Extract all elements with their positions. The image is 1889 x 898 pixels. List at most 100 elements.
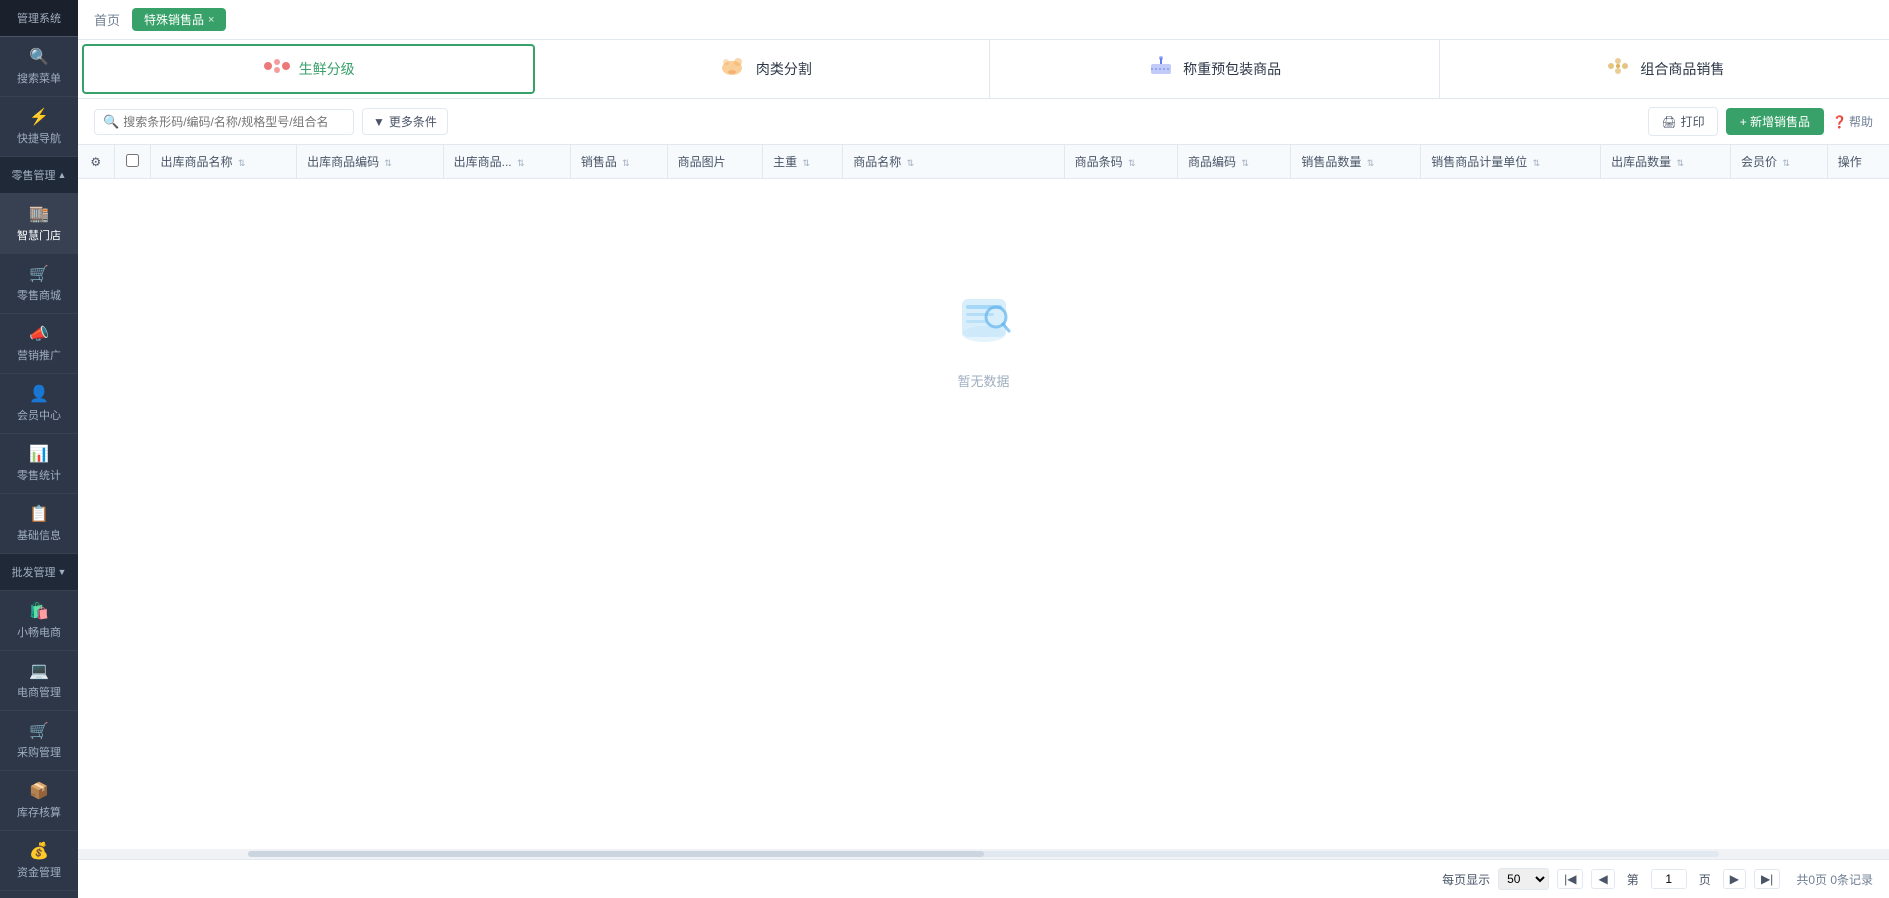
sidebar-item-label: 资金管理 xyxy=(17,864,61,880)
sidebar-item-inventory-check[interactable]: 📦 库存核算 xyxy=(0,771,78,831)
sort-icon: ⇅ xyxy=(1676,158,1684,168)
sidebar-item-basic-info[interactable]: 📋 基础信息 xyxy=(0,494,78,554)
prev-page-button[interactable]: ◀ xyxy=(1591,869,1614,889)
combo-sales-icon xyxy=(1604,54,1632,84)
inventory-check-icon: 📦 xyxy=(29,781,49,801)
sidebar-item-label: 快捷导航 xyxy=(17,130,61,146)
ecom-mgmt-icon: 💻 xyxy=(29,661,49,681)
col-out-goods-name-label: 出库商品名称 xyxy=(161,155,233,169)
sort-icon: ⇅ xyxy=(622,158,630,168)
sidebar-item-ledger-mgmt[interactable]: 📒 总账管理 xyxy=(0,891,78,898)
col-out-goods-spec[interactable]: 出库商品... ⇅ xyxy=(443,145,570,179)
page-input[interactable] xyxy=(1651,869,1687,889)
weight-prepack-label: 称重预包装商品 xyxy=(1183,59,1281,79)
col-goods-image: 商品图片 xyxy=(667,145,763,179)
sidebar-item-purchase-mgmt[interactable]: 🛒 采购管理 xyxy=(0,711,78,771)
col-goods-name[interactable]: 商品名称 ⇅ xyxy=(843,145,1064,179)
col-goods-code[interactable]: 商品编码 ⇅ xyxy=(1178,145,1291,179)
pagination-bar: 每页显示 50 10 20 100 |◀ ◀ 第 页 ▶ ▶| 共0页 0条记录 xyxy=(78,859,1889,898)
sidebar-item-ecom-mgmt[interactable]: 💻 电商管理 xyxy=(0,651,78,711)
filter-button[interactable]: ▼ 更多条件 xyxy=(362,108,448,135)
add-sales-button[interactable]: + 新增销售品 xyxy=(1726,108,1824,135)
tab-weight-prepack[interactable]: 称重预包装商品 xyxy=(990,40,1440,98)
col-out-goods-code[interactable]: 出库商品编码 ⇅ xyxy=(297,145,444,179)
col-member-price-label: 会员价 xyxy=(1741,155,1777,169)
sidebar-item-label: 智慧门店 xyxy=(17,227,61,243)
member-center-icon: 👤 xyxy=(29,384,49,404)
close-tab-icon[interactable]: × xyxy=(208,14,214,26)
col-gear[interactable]: ⚙ xyxy=(78,145,114,179)
col-member-price[interactable]: 会员价 ⇅ xyxy=(1731,145,1828,179)
empty-state: 暂无数据 xyxy=(78,179,1889,490)
retail-stats-icon: 📊 xyxy=(29,444,49,464)
sidebar-item-label: 零售统计 xyxy=(17,467,61,483)
tab-combo-sales[interactable]: 组合商品销售 xyxy=(1440,40,1889,98)
purchase-mgmt-icon: 🛒 xyxy=(29,721,49,741)
hscroll-track xyxy=(248,851,1719,857)
col-sales-goods[interactable]: 销售品 ⇅ xyxy=(570,145,667,179)
sidebar-section-retail-mgmt[interactable]: 零售管理 ▲ xyxy=(0,157,78,194)
col-main-weight[interactable]: 主重 ⇅ xyxy=(763,145,843,179)
sidebar-item-search-menu[interactable]: 🔍 搜索菜单 xyxy=(0,37,78,97)
page-label-after: 页 xyxy=(1699,871,1711,888)
sidebar-item-sales-promo[interactable]: 📣 营销推广 xyxy=(0,314,78,374)
col-goods-barcode[interactable]: 商品条码 ⇅ xyxy=(1064,145,1177,179)
retail-mall-icon: 🛒 xyxy=(29,264,49,284)
col-out-goods-name[interactable]: 出库商品名称 ⇅ xyxy=(150,145,297,179)
print-button[interactable]: 🖨 打印 xyxy=(1648,107,1717,136)
select-all-checkbox[interactable] xyxy=(126,154,139,167)
weight-prepack-icon xyxy=(1147,54,1175,84)
col-out-qty[interactable]: 出库品数量 ⇅ xyxy=(1601,145,1731,179)
hscroll-thumb[interactable] xyxy=(248,851,984,857)
tab-meat-cut[interactable]: 肉类分割 xyxy=(539,40,989,98)
search-box[interactable]: 🔍 xyxy=(94,109,354,135)
first-page-button[interactable]: |◀ xyxy=(1557,869,1583,889)
next-page-button[interactable]: ▶ xyxy=(1723,869,1746,889)
chevron-down-icon: ▲ xyxy=(58,170,67,180)
toolbar: 🔍 ▼ 更多条件 🖨 打印 + 新增销售品 ❓ 帮助 xyxy=(78,99,1889,145)
sidebar: 管理系统 🔍 搜索菜单 ⚡ 快捷导航 零售管理 ▲ 🏬 智慧门店 🛒 零售商城 … xyxy=(0,0,78,898)
search-menu-icon: 🔍 xyxy=(29,47,49,67)
sort-icon: ⇅ xyxy=(907,158,915,168)
sidebar-item-smart-store[interactable]: 🏬 智慧门店 xyxy=(0,194,78,254)
per-page-label: 每页显示 xyxy=(1442,871,1490,888)
tab-row: 生鲜分级 肉类分割 xyxy=(78,40,1889,99)
col-sales-qty-label: 销售品数量 xyxy=(1301,155,1361,169)
col-sales-qty[interactable]: 销售品数量 ⇅ xyxy=(1291,145,1421,179)
chevron-down-icon: ▼ xyxy=(58,567,67,577)
fund-mgmt-icon: 💰 xyxy=(29,841,49,861)
col-sales-unit[interactable]: 销售商品计量单位 ⇅ xyxy=(1421,145,1601,179)
help-label: 帮助 xyxy=(1849,113,1873,130)
active-tab-tag[interactable]: 特殊销售品 × xyxy=(132,8,226,31)
last-page-button[interactable]: ▶| xyxy=(1754,869,1780,889)
sidebar-item-label: 营销推广 xyxy=(17,347,61,363)
sidebar-item-member-center[interactable]: 👤 会员中心 xyxy=(0,374,78,434)
horizontal-scrollbar[interactable] xyxy=(78,849,1889,859)
search-input[interactable] xyxy=(123,115,345,129)
sidebar-item-fund-mgmt[interactable]: 💰 资金管理 xyxy=(0,831,78,891)
sidebar-item-quick-nav[interactable]: ⚡ 快捷导航 xyxy=(0,97,78,157)
col-checkbox[interactable] xyxy=(114,145,150,179)
sidebar-item-retail-stats[interactable]: 📊 零售统计 xyxy=(0,434,78,494)
sort-icon: ⇅ xyxy=(238,158,246,168)
per-page-select[interactable]: 50 10 20 100 xyxy=(1498,868,1549,890)
tab-fresh-grading[interactable]: 生鲜分级 xyxy=(82,44,535,94)
sidebar-section-wholesale-mgmt[interactable]: 批发管理 ▼ xyxy=(0,554,78,591)
wholesale-mgmt-label: 批发管理 xyxy=(12,564,56,580)
col-goods-barcode-label: 商品条码 xyxy=(1075,155,1123,169)
retail-mgmt-label: 零售管理 xyxy=(12,167,56,183)
col-goods-image-label: 商品图片 xyxy=(678,155,726,169)
help-icon: ❓ xyxy=(1832,115,1847,129)
sales-promo-icon: 📣 xyxy=(29,324,49,344)
add-label: + 新增销售品 xyxy=(1740,113,1810,130)
sidebar-item-mini-ecom[interactable]: 🛍️ 小畅电商 xyxy=(0,591,78,651)
toolbar-right: 🖨 打印 + 新增销售品 ❓ 帮助 xyxy=(1648,107,1873,136)
col-main-weight-label: 主重 xyxy=(773,155,797,169)
help-button[interactable]: ❓ 帮助 xyxy=(1832,113,1873,130)
sidebar-item-label: 会员中心 xyxy=(17,407,61,423)
smart-store-icon: 🏬 xyxy=(29,204,49,224)
sort-icon: ⇅ xyxy=(384,158,392,168)
col-sales-goods-label: 销售品 xyxy=(581,155,617,169)
sidebar-item-retail-mall[interactable]: 🛒 零售商城 xyxy=(0,254,78,314)
sort-icon: ⇅ xyxy=(1367,158,1375,168)
